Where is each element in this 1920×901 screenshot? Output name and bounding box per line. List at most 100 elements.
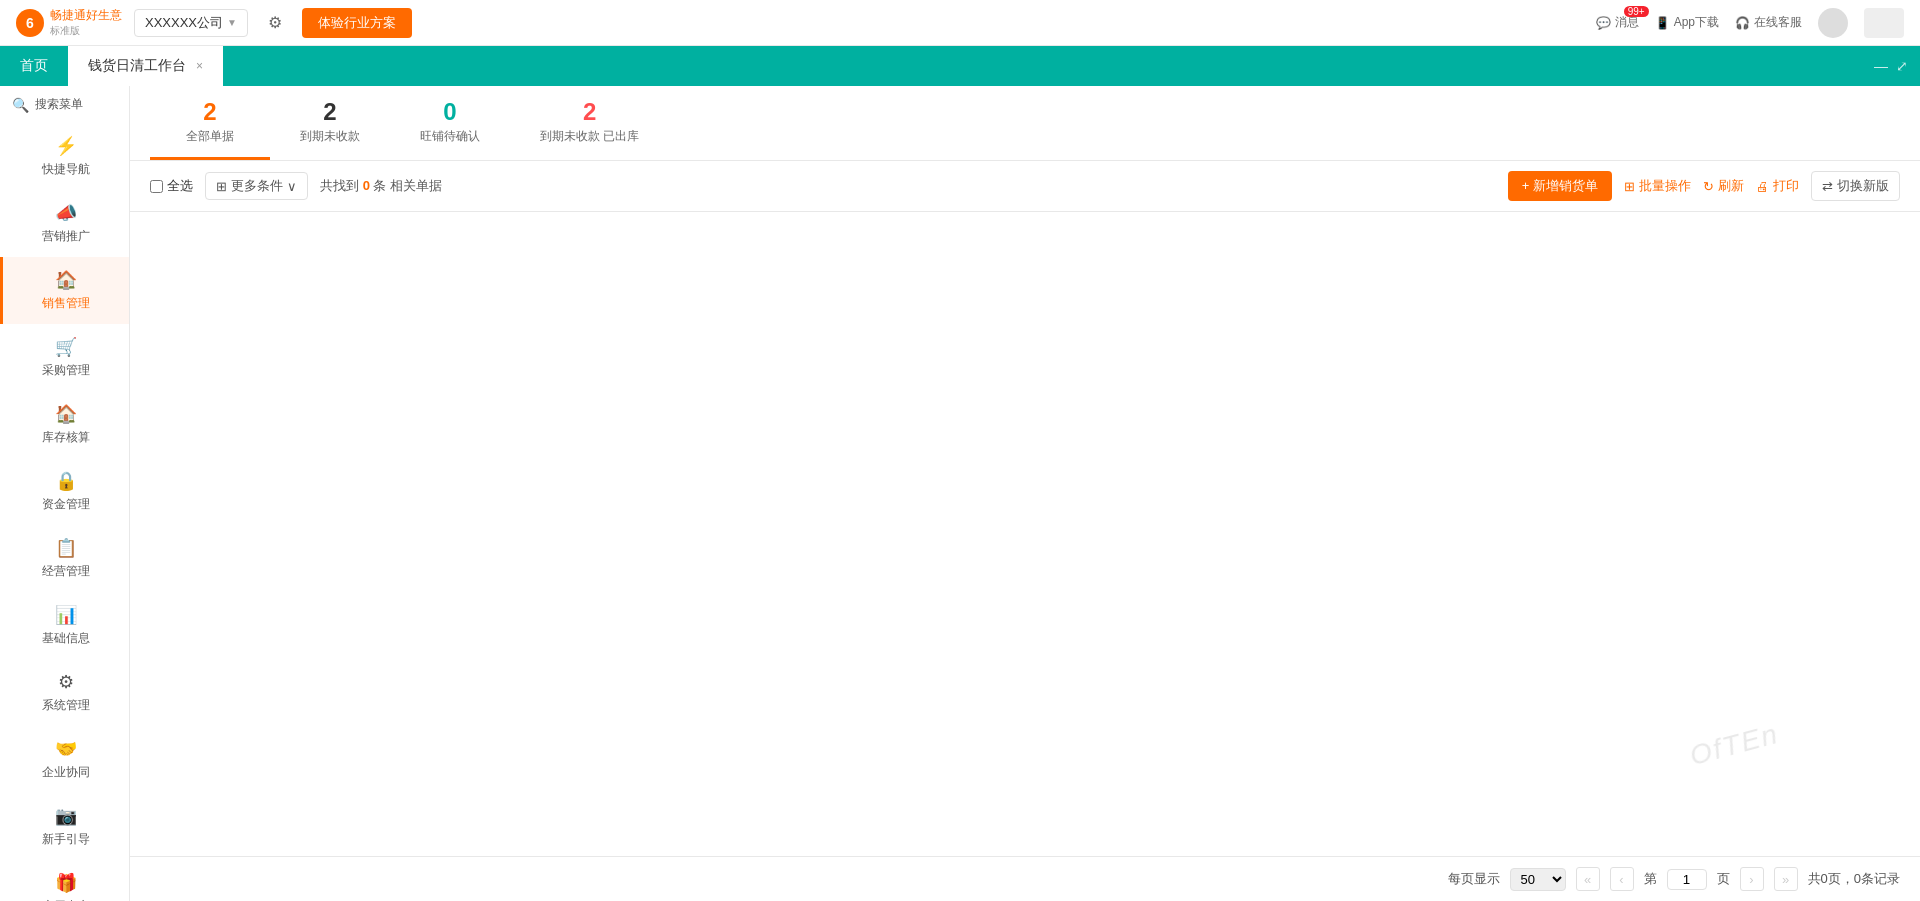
stat-tab-overdue[interactable]: 2 到期未收款 xyxy=(270,86,390,160)
stat-tab-all[interactable]: 2 全部单据 xyxy=(150,86,270,160)
minimize-icon[interactable]: — xyxy=(1874,58,1888,74)
sidebar-item-inventory[interactable]: 🏠 库存核算 xyxy=(0,391,129,458)
content-area: 2 全部单据 2 到期未收款 0 旺铺待确认 2 到期未收款 已出库 全选 xyxy=(130,86,1920,901)
main-layout: 🔍 搜索菜单 ⚡ 快捷导航 📣 营销推广 🏠 销售管理 🛒 采购管理 🏠 库存核… xyxy=(0,86,1920,901)
batch-operation-button[interactable]: ⊞ 批量操作 xyxy=(1624,177,1691,195)
logo-area: 6 畅捷通好生意 标准版 xyxy=(16,8,122,37)
prev-page-button[interactable]: ‹ xyxy=(1610,867,1634,891)
tab-controls: — ⤢ xyxy=(1874,46,1920,86)
chevron-down-icon: ∨ xyxy=(287,179,297,194)
sidebar-item-label: 销售管理 xyxy=(42,295,90,312)
maximize-icon[interactable]: ⤢ xyxy=(1896,58,1908,74)
sidebar-item-system[interactable]: ⚙ 系统管理 xyxy=(0,659,129,726)
select-all-label: 全选 xyxy=(167,177,193,195)
message-icon: 💬 xyxy=(1596,16,1611,30)
overdue-label: 到期未收款 xyxy=(300,128,360,145)
quick-nav-icon: ⚡ xyxy=(55,135,77,157)
sidebar-item-label: 经营管理 xyxy=(42,563,90,580)
sidebar-item-label: 营销推广 xyxy=(42,228,90,245)
page-input[interactable] xyxy=(1667,869,1707,890)
tab-workbench[interactable]: 钱货日清工作台 × xyxy=(68,46,223,86)
first-page-button[interactable]: « xyxy=(1576,867,1600,891)
sidebar-item-label: 新手引导 xyxy=(42,831,90,848)
next-page-button[interactable]: › xyxy=(1740,867,1764,891)
stats-tabs: 2 全部单据 2 到期未收款 0 旺铺待确认 2 到期未收款 已出库 xyxy=(130,86,1920,161)
company-name: XXXXXX公司 xyxy=(145,14,223,32)
toolbar-left: 全选 ⊞ 更多条件 ∨ 共找到 0 条 相关单据 xyxy=(150,172,442,200)
pagination: 每页显示 50 100 200 « ‹ 第 页 › » 共0页，0条记录 xyxy=(130,856,1920,901)
sidebar-item-label: 快捷导航 xyxy=(42,161,90,178)
sidebar-item-label: 企业协同 xyxy=(42,764,90,781)
gear-icon: ⚙ xyxy=(268,13,282,32)
sidebar-item-label: 基础信息 xyxy=(42,630,90,647)
user-menu[interactable] xyxy=(1864,8,1904,38)
last-page-button[interactable]: » xyxy=(1774,867,1798,891)
sidebar-item-sales[interactable]: 🏠 销售管理 xyxy=(0,257,129,324)
app-download-button[interactable]: 📱 App下载 xyxy=(1655,14,1719,31)
filter-button[interactable]: ⊞ 更多条件 ∨ xyxy=(205,172,308,200)
tab-home[interactable]: 首页 xyxy=(0,46,68,86)
sidebar-item-management[interactable]: 📋 经营管理 xyxy=(0,525,129,592)
logo-text: 畅捷通好生意 标准版 xyxy=(50,8,122,37)
sidebar-item-purchase[interactable]: 🛒 采购管理 xyxy=(0,324,129,391)
sidebar-item-newbie[interactable]: 📷 新手引导 xyxy=(0,793,129,860)
home-tab-label: 首页 xyxy=(20,57,48,75)
all-count: 2 xyxy=(203,98,216,126)
newbie-icon: 📷 xyxy=(55,805,77,827)
table-area xyxy=(130,212,1920,856)
filter-label: 更多条件 xyxy=(231,177,283,195)
add-sales-order-button[interactable]: + 新增销货单 xyxy=(1508,171,1612,201)
sidebar: 🔍 搜索菜单 ⚡ 快捷导航 📣 营销推广 🏠 销售管理 🛒 采购管理 🏠 库存核… xyxy=(0,86,130,901)
checkbox-input[interactable] xyxy=(150,180,163,193)
refresh-icon: ↻ xyxy=(1703,179,1714,194)
refresh-button[interactable]: ↻ 刷新 xyxy=(1703,177,1744,195)
search-menu-label: 搜索菜单 xyxy=(35,96,83,113)
sidebar-item-app-center[interactable]: 🎁 应用中心 xyxy=(0,860,129,901)
wangpu-count: 0 xyxy=(443,98,456,126)
sidebar-item-basic-info[interactable]: 📊 基础信息 xyxy=(0,592,129,659)
sidebar-item-label: 系统管理 xyxy=(42,697,90,714)
switch-version-button[interactable]: ⇄ 切换新版 xyxy=(1811,171,1900,201)
settings-button[interactable]: ⚙ xyxy=(260,8,290,38)
sidebar-item-marketing[interactable]: 📣 营销推广 xyxy=(0,190,129,257)
app-center-icon: 🎁 xyxy=(55,872,77,894)
shipped-label: 到期未收款 已出库 xyxy=(540,128,639,145)
marketing-icon: 📣 xyxy=(55,202,77,224)
print-button[interactable]: 🖨 打印 xyxy=(1756,177,1799,195)
stat-tab-wangpu[interactable]: 0 旺铺待确认 xyxy=(390,86,510,160)
close-tab-icon[interactable]: × xyxy=(196,59,203,73)
page-label-2: 页 xyxy=(1717,870,1730,888)
stat-tab-shipped[interactable]: 2 到期未收款 已出库 xyxy=(510,86,669,160)
toolbar-right: + 新增销货单 ⊞ 批量操作 ↻ 刷新 🖨 打印 ⇄ 切换新版 xyxy=(1508,171,1900,201)
sidebar-item-label: 采购管理 xyxy=(42,362,90,379)
header-right: 💬 消息 99+ 📱 App下载 🎧 在线客服 xyxy=(1596,8,1904,38)
wangpu-label: 旺铺待确认 xyxy=(420,128,480,145)
sidebar-item-quick-nav[interactable]: ⚡ 快捷导航 xyxy=(0,123,129,190)
batch-icon: ⊞ xyxy=(1624,179,1635,194)
experience-button[interactable]: 体验行业方案 xyxy=(302,8,412,38)
messages-button[interactable]: 💬 消息 99+ xyxy=(1596,14,1639,31)
avatar[interactable] xyxy=(1818,8,1848,38)
system-icon: ⚙ xyxy=(58,671,74,693)
filter-icon: ⊞ xyxy=(216,179,227,194)
select-all-checkbox[interactable]: 全选 xyxy=(150,177,193,195)
enterprise-icon: 🤝 xyxy=(55,738,77,760)
result-count: 共找到 0 条 相关单据 xyxy=(320,177,442,195)
company-selector[interactable]: XXXXXX公司 ▼ xyxy=(134,9,248,37)
overdue-count: 2 xyxy=(323,98,336,126)
nav-tabs: 首页 钱货日清工作台 × — ⤢ xyxy=(0,46,1920,86)
search-menu-button[interactable]: 🔍 搜索菜单 xyxy=(0,86,129,123)
page-label: 第 xyxy=(1644,870,1657,888)
sidebar-item-label: 资金管理 xyxy=(42,496,90,513)
page-size-select[interactable]: 50 100 200 xyxy=(1510,868,1566,891)
count-value: 0 xyxy=(363,178,370,193)
sales-icon: 🏠 xyxy=(55,269,77,291)
sidebar-item-enterprise[interactable]: 🤝 企业协同 xyxy=(0,726,129,793)
page-size-prefix: 每页显示 xyxy=(1448,870,1500,888)
sidebar-item-finance[interactable]: 🔒 资金管理 xyxy=(0,458,129,525)
search-icon: 🔍 xyxy=(12,97,29,113)
download-icon: 📱 xyxy=(1655,16,1670,30)
workbench-tab-label: 钱货日清工作台 xyxy=(88,57,186,75)
online-service-button[interactable]: 🎧 在线客服 xyxy=(1735,14,1802,31)
total-info: 共0页，0条记录 xyxy=(1808,870,1900,888)
